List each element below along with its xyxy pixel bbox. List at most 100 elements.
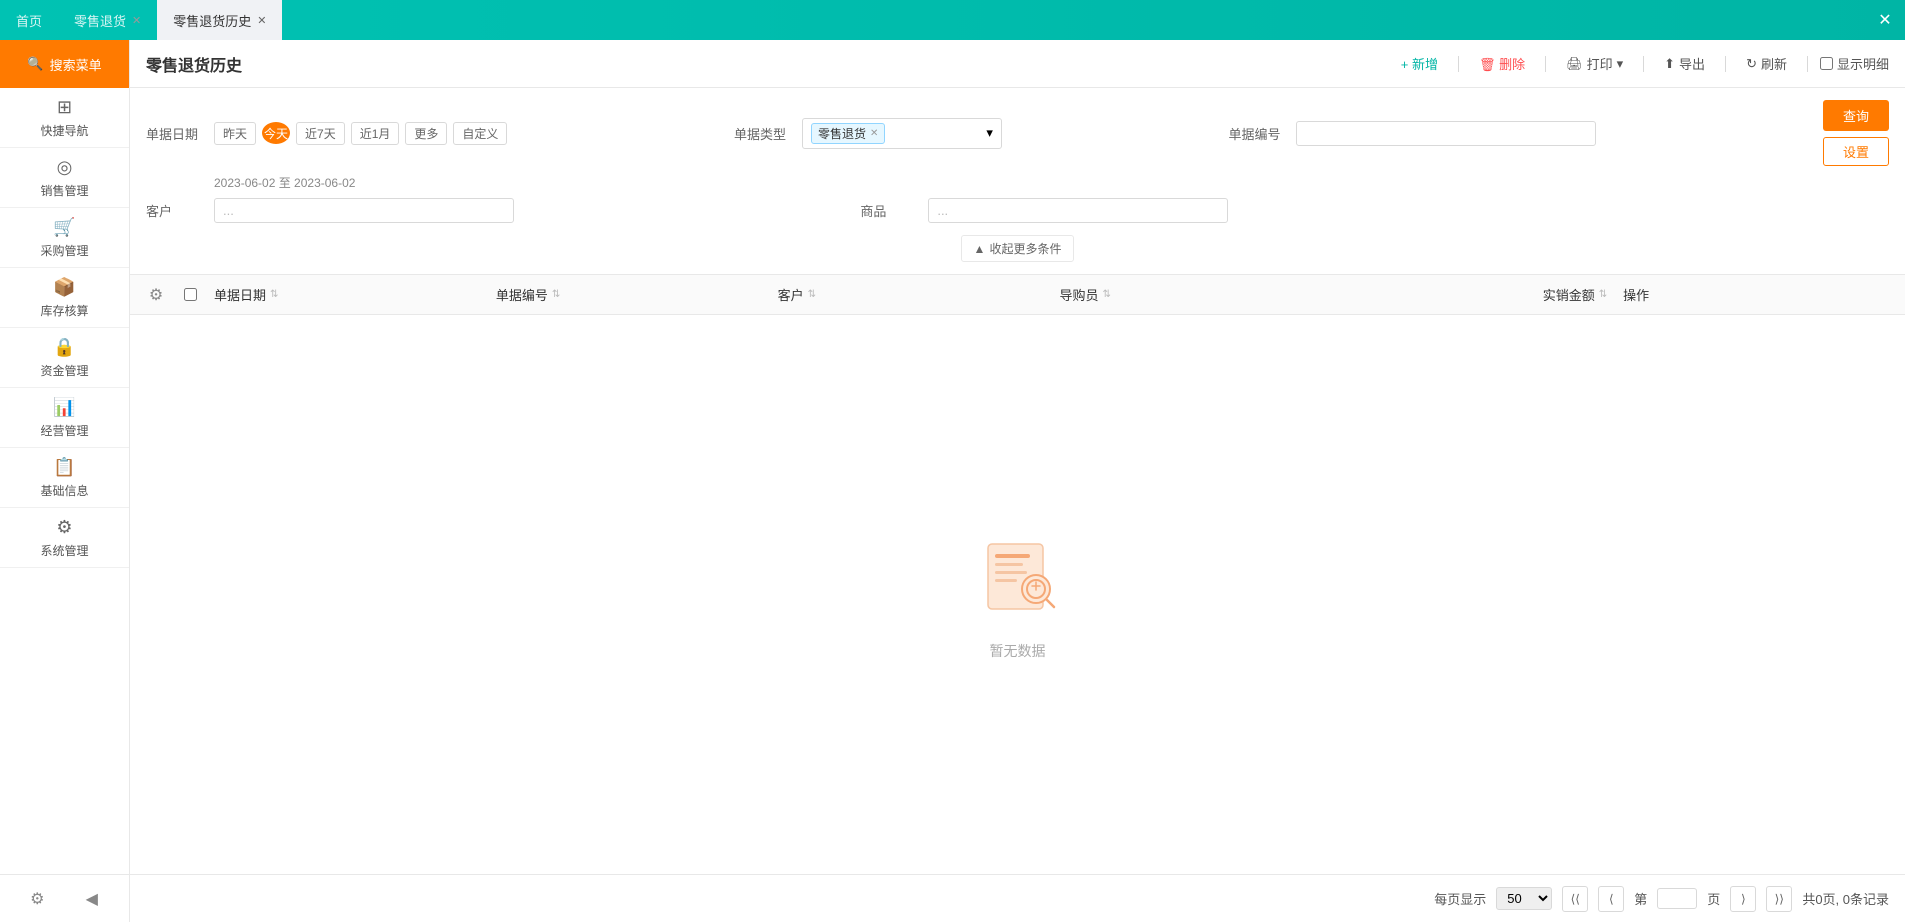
- customer-select[interactable]: ...: [214, 198, 514, 223]
- voucher-no-input[interactable]: [1296, 121, 1596, 146]
- top-bar: 首页 零售退货 ✕ 零售退货历史 ✕ ✕: [0, 0, 1905, 40]
- page-actions: + 新增 🗑 删除 🖨 打印 ▾ ⬆ 导出 ↻ 刷新: [1393, 50, 1889, 77]
- date-range-display: 2023-06-02 至 2023-06-02: [214, 176, 355, 190]
- filter-goods-item: 商品 ...: [860, 198, 1228, 223]
- table-select-all-checkbox[interactable]: [174, 288, 206, 301]
- page-title: 零售退货历史: [146, 52, 242, 76]
- voucher-no-label: 单据编号: [1228, 124, 1288, 143]
- tab-retail-return-label: 零售退货: [74, 11, 126, 30]
- divider4: [1725, 56, 1726, 72]
- page-header: 零售退货历史 + 新增 🗑 删除 🖨 打印 ▾ ⬆ 导出 ↻: [130, 40, 1905, 88]
- select-all-input[interactable]: [184, 288, 197, 301]
- page-input[interactable]: 1: [1657, 888, 1697, 909]
- print-arrow-icon: ▾: [1617, 56, 1624, 72]
- date-btn-more[interactable]: 更多: [405, 122, 447, 145]
- show-detail-input[interactable]: [1820, 57, 1833, 70]
- sidebar-item-finance-label: 资金管理: [40, 362, 88, 379]
- customer-label: 客户: [146, 201, 206, 220]
- sidebar-collapse-button[interactable]: ◀: [76, 883, 108, 915]
- window-close-button[interactable]: ✕: [1865, 0, 1905, 40]
- filter-customer-item: 客户 ...: [146, 198, 514, 223]
- sidebar-search-button[interactable]: 🔍 搜索菜单: [0, 40, 129, 88]
- table-header: ⚙ 单据日期 ⇅ 单据编号 ⇅ 客户 ⇅ 导购员 ⇅: [130, 275, 1905, 315]
- tab-retail-return-history[interactable]: 零售退货历史 ✕: [157, 0, 282, 40]
- th-no-sort[interactable]: ⇅: [552, 289, 560, 300]
- date-filter-buttons: 昨天 今天 近7天 近1月 更多 自定义: [214, 122, 507, 145]
- th-guide-sort[interactable]: ⇅: [1103, 289, 1111, 300]
- sidebar-item-purchase[interactable]: 🛒 采购管理: [0, 208, 129, 268]
- collapse-up-icon: ▲: [974, 242, 986, 256]
- divider2: [1545, 56, 1546, 72]
- content-area: 零售退货历史 + 新增 🗑 删除 🖨 打印 ▾ ⬆ 导出 ↻: [130, 40, 1905, 922]
- sidebar-item-finance[interactable]: 🔒 资金管理: [0, 328, 129, 388]
- print-label: 打印: [1587, 54, 1613, 73]
- date-filter-label: 单据日期: [146, 124, 206, 143]
- prev-page-button[interactable]: ⟨: [1598, 886, 1624, 912]
- filter-row-2: 客户 ... 商品 ...: [146, 198, 1889, 223]
- date-btn-7days[interactable]: 近7天: [296, 122, 345, 145]
- print-button[interactable]: 🖨 打印 ▾: [1558, 50, 1631, 77]
- th-customer: 客户 ⇅: [770, 285, 1052, 304]
- tab-home[interactable]: 首页: [0, 0, 58, 40]
- filter-settings-button[interactable]: 设置: [1823, 137, 1889, 166]
- customer-placeholder: ...: [223, 203, 234, 218]
- sales-icon: ◎: [57, 157, 73, 178]
- delete-button[interactable]: 🗑 删除: [1471, 50, 1533, 77]
- collapse-button[interactable]: ▲ 收起更多条件: [961, 235, 1075, 262]
- sidebar-menu: ⊞ 快捷导航 ◎ 销售管理 🛒 采购管理 📦 库存核算 🔒 资金管理 📊 经: [0, 88, 129, 874]
- sidebar-settings-button[interactable]: ⚙: [21, 883, 53, 915]
- th-date-sort[interactable]: ⇅: [270, 289, 278, 300]
- first-page-button[interactable]: ⟨⟨: [1562, 886, 1588, 912]
- settings-icon: ⚙: [30, 889, 44, 909]
- th-amount-sort[interactable]: ⇅: [1599, 289, 1607, 300]
- tab-home-label: 首页: [16, 11, 42, 30]
- voucher-type-label: 单据类型: [734, 124, 794, 143]
- filter-voucher-type-item: 单据类型 零售退货 ✕ ▾: [734, 118, 1002, 149]
- goods-placeholder: ...: [937, 203, 948, 218]
- export-label: 导出: [1679, 54, 1705, 73]
- date-btn-yesterday[interactable]: 昨天: [214, 122, 256, 145]
- th-amount: 实销金额 ⇅: [1333, 285, 1615, 304]
- sidebar-item-quick-nav[interactable]: ⊞ 快捷导航: [0, 88, 129, 148]
- sidebar-item-basic-info[interactable]: 📋 基础信息: [0, 448, 129, 508]
- voucher-type-select[interactable]: 零售退货 ✕ ▾: [802, 118, 1002, 149]
- filter-row-1: 单据日期 昨天 今天 近7天 近1月 更多 自定义 单据类型: [146, 100, 1889, 166]
- tab-bar: 首页 零售退货 ✕ 零售退货历史 ✕: [0, 0, 1865, 40]
- th-customer-label: 客户: [778, 285, 804, 304]
- th-guide-label: 导购员: [1059, 285, 1098, 304]
- basic-info-icon: 📋: [53, 457, 75, 478]
- date-btn-1month[interactable]: 近1月: [351, 122, 400, 145]
- sidebar-item-sales[interactable]: ◎ 销售管理: [0, 148, 129, 208]
- sidebar-item-basic-info-label: 基础信息: [40, 482, 88, 499]
- sidebar-item-operations[interactable]: 📊 经营管理: [0, 388, 129, 448]
- date-btn-today[interactable]: 今天: [262, 122, 290, 144]
- main-layout: 🔍 搜索菜单 ⊞ 快捷导航 ◎ 销售管理 🛒 采购管理 📦 库存核算 🔒: [0, 40, 1905, 922]
- query-button[interactable]: 查询: [1823, 100, 1889, 131]
- voucher-type-dropdown-icon: ▾: [986, 125, 993, 141]
- last-page-button[interactable]: ⟩⟩: [1766, 886, 1792, 912]
- sidebar-item-inventory[interactable]: 📦 库存核算: [0, 268, 129, 328]
- voucher-type-tag-close[interactable]: ✕: [870, 128, 878, 139]
- tab-retail-return-history-label: 零售退货历史: [173, 11, 251, 30]
- export-button[interactable]: ⬆ 导出: [1656, 50, 1713, 77]
- table-settings-button[interactable]: ⚙: [138, 285, 174, 305]
- collapse-icon: ◀: [86, 889, 98, 909]
- page-size-select[interactable]: 50 10 20 100: [1496, 887, 1552, 910]
- refresh-button[interactable]: ↻ 刷新: [1738, 50, 1795, 77]
- finance-icon: 🔒: [53, 337, 75, 358]
- empty-text: 暂无数据: [990, 641, 1046, 661]
- sidebar-item-system[interactable]: ⚙ 系统管理: [0, 508, 129, 568]
- refresh-label: 刷新: [1761, 54, 1787, 73]
- new-button[interactable]: + 新增: [1393, 50, 1446, 77]
- tab-retail-return-close[interactable]: ✕: [132, 14, 141, 27]
- goods-select[interactable]: ...: [928, 198, 1228, 223]
- th-customer-sort[interactable]: ⇅: [808, 289, 816, 300]
- sidebar-search-label: 搜索菜单: [50, 55, 102, 74]
- goods-label: 商品: [860, 201, 920, 220]
- show-detail-checkbox[interactable]: 显示明细: [1820, 54, 1889, 73]
- pagination-bar: 每页显示 50 10 20 100 ⟨⟨ ⟨ 第 1 页 ⟩ ⟩⟩ 共0页, 0…: [130, 874, 1905, 922]
- date-btn-custom[interactable]: 自定义: [453, 122, 507, 145]
- tab-retail-return-history-close[interactable]: ✕: [257, 14, 266, 27]
- next-page-button[interactable]: ⟩: [1730, 886, 1756, 912]
- tab-retail-return[interactable]: 零售退货 ✕: [58, 0, 157, 40]
